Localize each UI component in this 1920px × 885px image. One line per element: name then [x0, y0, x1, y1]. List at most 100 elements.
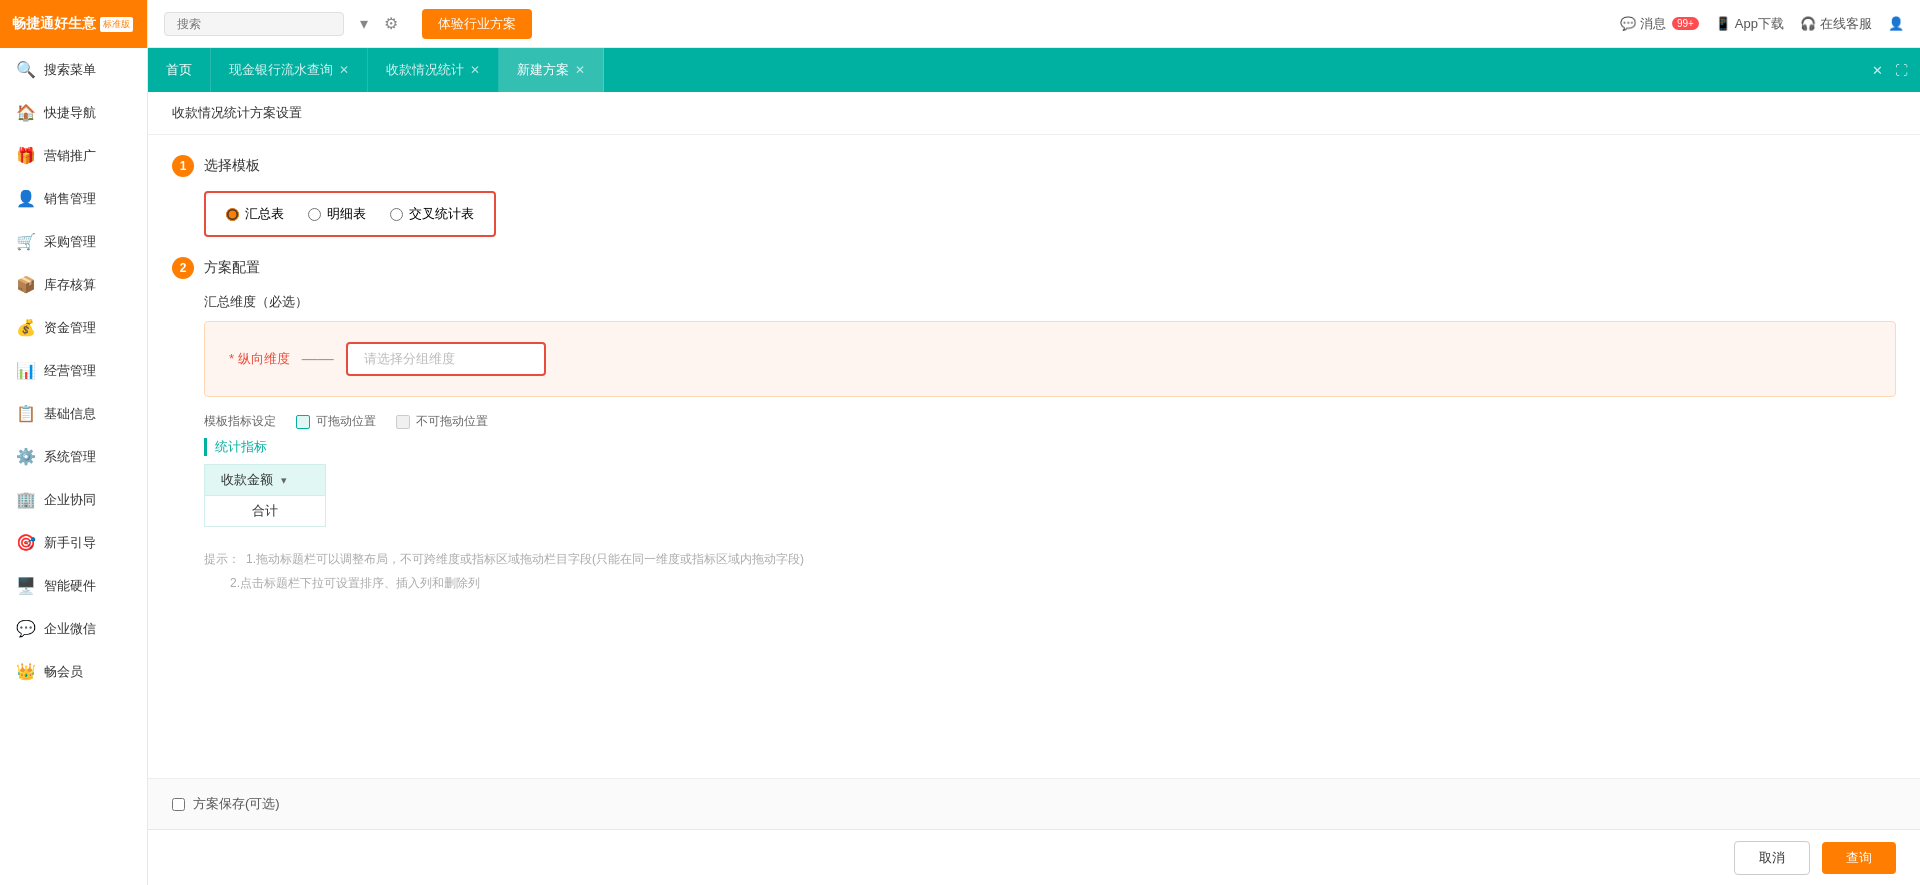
sidebar-item-sales[interactable]: 👤 销售管理	[0, 177, 147, 220]
sidebar-item-operation[interactable]: 📊 经营管理	[0, 349, 147, 392]
tab-bank-flow[interactable]: 现金银行流水查询 ✕	[211, 48, 368, 92]
sidebar-item-label: 新手引导	[44, 534, 96, 552]
breadcrumb-text: 收款情况统计方案设置	[172, 105, 302, 120]
message-icon: 💬	[1620, 16, 1636, 31]
service-label: 在线客服	[1820, 15, 1872, 33]
sidebar-item-label: 营销推广	[44, 147, 96, 165]
page-body: 1 选择模板 汇总表 明细表	[148, 135, 1920, 778]
sidebar: 畅捷通好生意 标准版 🔍 搜索菜单 🏠 快捷导航 🎁 营销推广 👤 销售管理 🛒…	[0, 0, 148, 885]
content-inner: 收款情况统计方案设置 1 选择模板 汇总表	[148, 92, 1920, 829]
sidebar-item-basic-info[interactable]: 📋 基础信息	[0, 392, 147, 435]
sidebar-item-label: 销售管理	[44, 190, 96, 208]
maximize-icon[interactable]: ⛶	[1895, 63, 1908, 78]
sidebar-item-member[interactable]: 👑 畅会员	[0, 650, 147, 693]
sidebar-logo: 畅捷通好生意 标准版	[0, 0, 147, 48]
metrics-header[interactable]: 收款金额 ▾	[205, 465, 325, 496]
headset-icon: 🎧	[1800, 16, 1816, 31]
dimension-select-placeholder: 请选择分组维度	[364, 351, 455, 366]
download-icon: 📱	[1715, 16, 1731, 31]
topbar-right: 💬 消息 99+ 📱 App下载 🎧 在线客服 👤	[1620, 15, 1904, 33]
tip-spacer	[204, 571, 224, 595]
sidebar-item-finance[interactable]: 💰 资金管理	[0, 306, 147, 349]
summary-dimension-label: 汇总维度（必选）	[204, 293, 1896, 311]
tip-prefix: 提示：	[204, 547, 240, 571]
sidebar-item-label: 企业协同	[44, 491, 96, 509]
sidebar-item-inventory[interactable]: 📦 库存核算	[0, 263, 147, 306]
tip-item-1: 提示： 1.拖动标题栏可以调整布局，不可跨维度或指标区域拖动栏目字段(只能在同一…	[204, 547, 1896, 571]
draggable-legend: 可拖动位置	[296, 413, 376, 430]
non-draggable-legend: 不可拖动位置	[396, 413, 488, 430]
tab-receipt-stats-close[interactable]: ✕	[470, 63, 480, 77]
tab-new-plan-close[interactable]: ✕	[575, 63, 585, 77]
stats-title: 统计指标	[204, 438, 1896, 456]
step1-content: 汇总表 明细表 交叉统计表	[172, 191, 1896, 237]
gift-icon: 🎁	[16, 146, 36, 165]
radio-cross-input[interactable]	[390, 208, 403, 221]
service-item[interactable]: 🎧 在线客服	[1800, 15, 1872, 33]
page-breadcrumb: 收款情况统计方案设置	[148, 92, 1920, 135]
content-area: 收款情况统计方案设置 1 选择模板 汇总表	[148, 92, 1920, 829]
step1-header: 1 选择模板	[172, 155, 1896, 177]
sidebar-item-hardware[interactable]: 🖥️ 智能硬件	[0, 564, 147, 607]
footer: 取消 查询	[148, 829, 1920, 885]
cancel-button[interactable]: 取消	[1734, 841, 1810, 875]
tip-item-2: 2.点击标题栏下拉可设置排序、插入列和删除列	[204, 571, 1896, 595]
close-window-icon[interactable]: ✕	[1872, 63, 1883, 78]
sidebar-item-quick-nav[interactable]: 🏠 快捷导航	[0, 91, 147, 134]
tab-home[interactable]: 首页	[148, 48, 211, 92]
nav-tabs: 首页 现金银行流水查询 ✕ 收款情况统计 ✕ 新建方案 ✕ ✕ ⛶	[148, 48, 1920, 92]
sidebar-item-marketing[interactable]: 🎁 营销推广	[0, 134, 147, 177]
sidebar-item-guide[interactable]: 🎯 新手引导	[0, 521, 147, 564]
nav-right-icons: ✕ ⛶	[1860, 48, 1920, 92]
sidebar-item-purchase[interactable]: 🛒 采购管理	[0, 220, 147, 263]
sidebar-item-label: 搜索菜单	[44, 61, 96, 79]
chart-icon: 📊	[16, 361, 36, 380]
topbar-search-input[interactable]	[164, 12, 344, 36]
tab-new-plan[interactable]: 新建方案 ✕	[499, 48, 604, 92]
tab-new-plan-label: 新建方案	[517, 61, 569, 79]
sidebar-item-search[interactable]: 🔍 搜索菜单	[0, 48, 147, 91]
sidebar-item-label: 采购管理	[44, 233, 96, 251]
tab-receipt-stats[interactable]: 收款情况统计 ✕	[368, 48, 499, 92]
radio-summary-label: 汇总表	[245, 205, 284, 223]
radio-cross[interactable]: 交叉统计表	[390, 205, 474, 223]
box-icon: 📦	[16, 275, 36, 294]
download-item[interactable]: 📱 App下载	[1715, 15, 1784, 33]
query-button[interactable]: 查询	[1822, 842, 1896, 874]
sidebar-item-label: 畅会员	[44, 663, 83, 681]
radio-summary[interactable]: 汇总表	[226, 205, 284, 223]
user-icon: 👤	[16, 189, 36, 208]
sidebar-item-enterprise[interactable]: 🏢 企业协同	[0, 478, 147, 521]
topbar: ▾ ⚙ 体验行业方案 💬 消息 99+ 📱 App下载 🎧 在线客服 👤	[148, 0, 1920, 48]
step2-header: 2 方案配置	[172, 257, 1896, 279]
radio-detail-input[interactable]	[308, 208, 321, 221]
chat-icon: 💬	[16, 619, 36, 638]
template-options: 汇总表 明细表 交叉统计表	[204, 191, 496, 237]
search-icon: 🔍	[16, 60, 36, 79]
user-avatar: 👤	[1888, 16, 1904, 31]
total-label: 合计	[252, 503, 278, 518]
message-item[interactable]: 💬 消息 99+	[1620, 15, 1699, 33]
settings-icon[interactable]: ⚙	[384, 14, 398, 33]
radio-detail[interactable]: 明细表	[308, 205, 366, 223]
step2-content: 汇总维度（必选） 纵向维度 —— 请选择分组维度	[172, 293, 1896, 595]
trial-industry-button[interactable]: 体验行业方案	[422, 9, 532, 39]
sidebar-item-wechat[interactable]: 💬 企业微信	[0, 607, 147, 650]
user-menu[interactable]: 👤	[1888, 16, 1904, 31]
sidebar-item-label: 基础信息	[44, 405, 96, 423]
radio-summary-input[interactable]	[226, 208, 239, 221]
sidebar-item-system[interactable]: ⚙️ 系统管理	[0, 435, 147, 478]
dropdown-icon[interactable]: ▾	[360, 14, 368, 33]
receipt-amount-label: 收款金额	[221, 471, 273, 489]
cart-icon: 🛒	[16, 232, 36, 251]
monitor-icon: 🖥️	[16, 576, 36, 595]
tab-bank-flow-close[interactable]: ✕	[339, 63, 349, 77]
group-dimension-select[interactable]: 请选择分组维度	[346, 342, 546, 376]
chevron-down-icon[interactable]: ▾	[281, 474, 287, 487]
vertical-dimension-label: 纵向维度	[229, 350, 290, 368]
step2-number: 2	[172, 257, 194, 279]
save-checkbox[interactable]	[172, 798, 185, 811]
sidebar-item-label: 库存核算	[44, 276, 96, 294]
building-icon: 🏢	[16, 490, 36, 509]
dimension-area: 纵向维度 —— 请选择分组维度	[204, 321, 1896, 397]
